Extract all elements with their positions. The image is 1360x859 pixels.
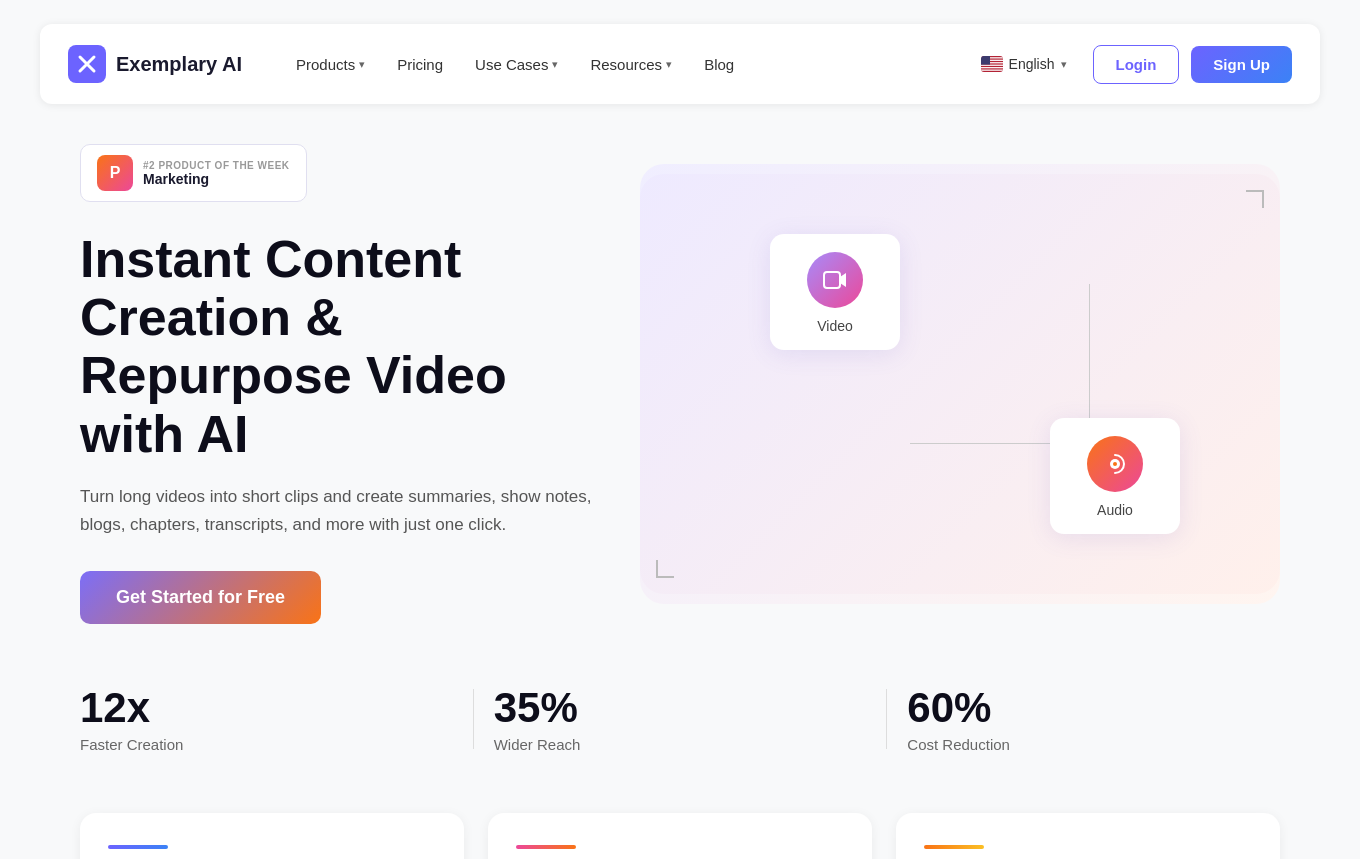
stat-2: 35% Wider Reach xyxy=(494,664,867,773)
audio-card: Audio xyxy=(1050,418,1180,534)
badge-text: #2 PRODUCT OF THE WEEK Marketing xyxy=(143,160,290,187)
nav-blog[interactable]: Blog xyxy=(690,48,748,81)
hero-illustration: Video Audio xyxy=(640,164,1280,604)
language-label: English xyxy=(1009,56,1055,72)
stat-label-1: Faster Creation xyxy=(80,736,453,753)
stat-divider-1 xyxy=(473,689,474,749)
stat-1: 12x Faster Creation xyxy=(80,664,453,773)
cta-button[interactable]: Get Started for Free xyxy=(80,571,321,624)
video-card-label: Video xyxy=(817,318,853,334)
svg-rect-5 xyxy=(981,67,1003,68)
corner-decoration xyxy=(656,560,674,578)
navbar: Exemplary AI Products ▾ Pricing Use Case… xyxy=(40,24,1320,104)
svg-point-10 xyxy=(1113,462,1117,466)
hero-left: P #2 PRODUCT OF THE WEEK Marketing Insta… xyxy=(80,144,600,624)
nav-use-cases[interactable]: Use Cases ▾ xyxy=(461,48,572,81)
bottom-cards-section xyxy=(40,803,1320,859)
audio-icon xyxy=(1087,436,1143,492)
nav-right: English ▾ Login Sign Up xyxy=(967,45,1292,84)
logo-icon xyxy=(68,45,106,83)
video-icon xyxy=(807,252,863,308)
hero-canvas: Video Audio xyxy=(640,174,1280,594)
product-of-week-badge[interactable]: P #2 PRODUCT OF THE WEEK Marketing xyxy=(80,144,307,202)
svg-rect-6 xyxy=(981,70,1003,71)
hero-title: Instant Content Creation & Repurpose Vid… xyxy=(80,230,600,463)
chevron-down-icon: ▾ xyxy=(552,58,558,71)
stat-label-3: Cost Reduction xyxy=(907,736,1280,753)
chevron-down-icon: ▾ xyxy=(359,58,365,71)
svg-rect-7 xyxy=(981,56,990,65)
video-card: Video xyxy=(770,234,900,350)
signup-button[interactable]: Sign Up xyxy=(1191,46,1292,83)
badge-label: #2 PRODUCT OF THE WEEK xyxy=(143,160,290,171)
stats-section: 12x Faster Creation 35% Wider Reach 60% … xyxy=(40,644,1320,803)
stat-number-1: 12x xyxy=(80,684,453,732)
svg-rect-4 xyxy=(981,65,1003,66)
nav-pricing[interactable]: Pricing xyxy=(383,48,457,81)
nav-resources[interactable]: Resources ▾ xyxy=(576,48,686,81)
badge-icon: P xyxy=(97,155,133,191)
login-button[interactable]: Login xyxy=(1093,45,1180,84)
flag-icon xyxy=(981,56,1003,72)
bottom-card-2 xyxy=(488,813,872,859)
chevron-down-icon: ▾ xyxy=(666,58,672,71)
corner-decoration xyxy=(1246,190,1264,208)
audio-card-label: Audio xyxy=(1097,502,1133,518)
stat-number-2: 35% xyxy=(494,684,867,732)
stat-divider-2 xyxy=(886,689,887,749)
card-accent-blue xyxy=(108,845,168,849)
chevron-down-icon: ▾ xyxy=(1061,58,1067,71)
nav-products[interactable]: Products ▾ xyxy=(282,48,379,81)
card-accent-orange xyxy=(924,845,984,849)
stat-number-3: 60% xyxy=(907,684,1280,732)
stat-3: 60% Cost Reduction xyxy=(907,664,1280,773)
hero-section: P #2 PRODUCT OF THE WEEK Marketing Insta… xyxy=(40,104,1320,644)
bottom-card-1 xyxy=(80,813,464,859)
badge-value: Marketing xyxy=(143,171,290,187)
logo-link[interactable]: Exemplary AI xyxy=(68,45,242,83)
bottom-card-3 xyxy=(896,813,1280,859)
card-accent-pink xyxy=(516,845,576,849)
language-selector[interactable]: English ▾ xyxy=(967,48,1081,80)
nav-links: Products ▾ Pricing Use Cases ▾ Resources… xyxy=(282,48,967,81)
stat-label-2: Wider Reach xyxy=(494,736,867,753)
logo-text: Exemplary AI xyxy=(116,53,242,76)
svg-rect-8 xyxy=(824,272,840,288)
hero-description: Turn long videos into short clips and cr… xyxy=(80,483,600,539)
